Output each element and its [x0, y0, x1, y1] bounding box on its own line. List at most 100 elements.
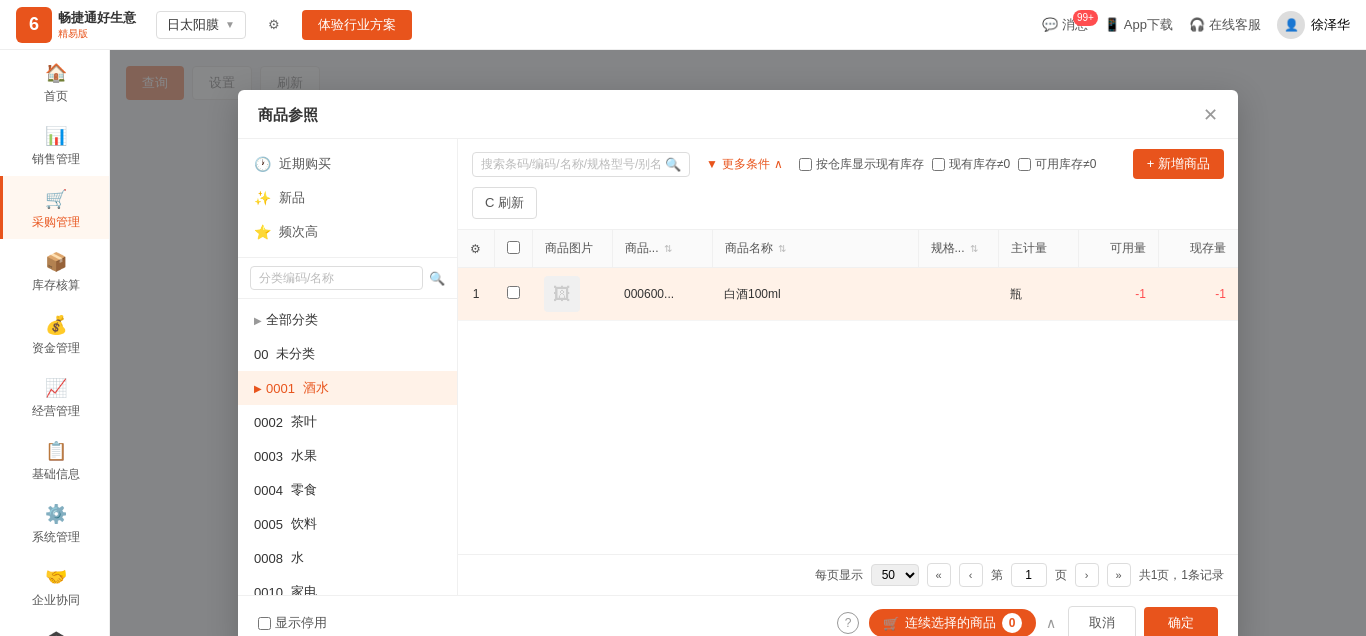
main-layout: 🏠 首页 📊 销售管理 🛒 采购管理 📦 库存核算 💰 资金管理 📈 经营管理 … [0, 50, 1366, 636]
category-item-unclassified[interactable]: 00 未分类 [238, 337, 457, 371]
category-item-all[interactable]: ▶ 全部分类 [238, 303, 457, 337]
quick-item-new[interactable]: ✨ 新品 [238, 181, 457, 215]
left-panel: 🕐 近期购买 ✨ 新品 ⭐ 频次高 [238, 139, 458, 595]
next-page-button[interactable]: › [1075, 563, 1099, 587]
refresh-button[interactable]: C 刷新 [472, 187, 537, 219]
product-search-input[interactable] [481, 157, 661, 171]
category-search-icon[interactable]: 🔍 [429, 271, 445, 286]
sidebar: 🏠 首页 📊 销售管理 🛒 采购管理 📦 库存核算 💰 资金管理 📈 经营管理 … [0, 50, 110, 636]
th-code: 商品... ⇅ [612, 230, 712, 268]
cart-area[interactable]: 🛒 连续选择的商品 0 [869, 609, 1036, 636]
cart-icon: 🛒 [883, 616, 899, 631]
header-right: 💬 消息 99+ 📱 App下载 🎧 在线客服 👤 徐泽华 [1042, 11, 1350, 39]
sort-icon-code: ⇅ [664, 243, 672, 254]
filter-icon: ▼ [706, 157, 718, 171]
footer-right: 取消 确定 [1068, 606, 1218, 636]
modal-close-button[interactable]: ✕ [1203, 104, 1218, 126]
first-page-button[interactable]: « [927, 563, 951, 587]
quick-item-recent[interactable]: 🕐 近期购买 [238, 147, 457, 181]
inventory-icon: 📦 [45, 251, 67, 273]
category-item-fruit[interactable]: 0003 水果 [238, 439, 457, 473]
app-download-item[interactable]: 📱 App下载 [1104, 16, 1173, 34]
table-header-row: ⚙ 商品图片 商品... ⇅ [458, 230, 1238, 268]
cancel-button[interactable]: 取消 [1068, 606, 1136, 636]
page-number-input[interactable] [1011, 563, 1047, 587]
add-product-button[interactable]: + 新增商品 [1133, 149, 1224, 179]
page-size-label: 每页显示 [815, 567, 863, 584]
message-icon: 💬 [1042, 17, 1058, 32]
select-all-checkbox[interactable] [507, 241, 520, 254]
available-stock-checkbox[interactable]: 可用库存≠0 [1018, 156, 1096, 173]
logo-text: 畅捷通好生意 精易版 [58, 9, 136, 41]
category-item-tea[interactable]: 0002 茶叶 [238, 405, 457, 439]
home-icon: 🏠 [45, 62, 67, 84]
messages-item[interactable]: 💬 消息 99+ [1042, 16, 1088, 34]
filter-more-button[interactable]: ▼ 更多条件 ∧ [698, 152, 791, 177]
sidebar-item-guide[interactable]: 🎓 新手引导 [0, 617, 109, 636]
show-disabled-checkbox[interactable]: 显示停用 [258, 614, 327, 632]
sidebar-item-home[interactable]: 🏠 首页 [0, 50, 109, 113]
sales-icon: 📊 [45, 125, 67, 147]
category-search-row: 🔍 [238, 258, 457, 299]
finance-icon: 💰 [45, 314, 67, 336]
experience-button[interactable]: 体验行业方案 [302, 10, 412, 40]
th-spec: 规格... ⇅ [918, 230, 998, 268]
purchase-icon: 🛒 [45, 188, 67, 210]
logo-icon: 6 [16, 7, 52, 43]
modal-title: 商品参照 [258, 106, 318, 125]
page-label-end: 页 [1055, 567, 1067, 584]
total-info: 共1页，1条记录 [1139, 567, 1224, 584]
sidebar-item-inventory[interactable]: 📦 库存核算 [0, 239, 109, 302]
warehouse-stock-checkbox[interactable]: 按仓库显示现有库存 [799, 156, 924, 173]
modal-footer: 显示停用 ? 🛒 连续选择的商品 0 ∧ 取消 确定 [238, 595, 1238, 636]
settings-icon[interactable]: ⚙ [258, 9, 290, 41]
nav-selector[interactable]: 日太阳膜 ▼ [156, 11, 246, 39]
row-checkbox[interactable] [507, 286, 520, 299]
td-stock: -1 [1158, 268, 1238, 321]
modal-overlay: 商品参照 ✕ 🕐 近期购买 ✨ 新 [110, 50, 1366, 636]
last-page-button[interactable]: » [1107, 563, 1131, 587]
category-item-drink[interactable]: 0005 饮料 [238, 507, 457, 541]
collapse-up-button[interactable]: ∧ [1046, 615, 1056, 631]
product-reference-modal: 商品参照 ✕ 🕐 近期购买 ✨ 新 [238, 90, 1238, 636]
sidebar-item-sales[interactable]: 📊 销售管理 [0, 113, 109, 176]
table-body: 1 🖼 [458, 268, 1238, 321]
td-unit: 瓶 [998, 268, 1078, 321]
online-service-item[interactable]: 🎧 在线客服 [1189, 16, 1261, 34]
page-size-select[interactable]: 50 [871, 564, 919, 586]
th-name: 商品名称 ⇅ [712, 230, 918, 268]
sidebar-item-system[interactable]: ⚙️ 系统管理 [0, 491, 109, 554]
sidebar-item-finance[interactable]: 💰 资金管理 [0, 302, 109, 365]
category-item-snack[interactable]: 0004 零食 [238, 473, 457, 507]
sort-icon-name: ⇅ [778, 243, 786, 254]
help-button[interactable]: ? [837, 612, 859, 634]
current-stock-checkbox[interactable]: 现有库存≠0 [932, 156, 1010, 173]
th-stock: 现存量 [1158, 230, 1238, 268]
sidebar-item-corp[interactable]: 🤝 企业协同 [0, 554, 109, 617]
page-label: 第 [991, 567, 1003, 584]
category-item-appliance[interactable]: 0010 家电 [238, 575, 457, 595]
footer-left: 显示停用 [258, 614, 327, 632]
sidebar-item-operation[interactable]: 📈 经营管理 [0, 365, 109, 428]
confirm-button[interactable]: 确定 [1144, 607, 1218, 636]
prev-page-button[interactable]: ‹ [959, 563, 983, 587]
category-search-input[interactable] [250, 266, 423, 290]
category-item-water[interactable]: 0008 水 [238, 541, 457, 575]
user-avatar-area[interactable]: 👤 徐泽华 [1277, 11, 1350, 39]
product-search-icon[interactable]: 🔍 [665, 157, 681, 172]
right-panel: 🔍 ▼ 更多条件 ∧ 按仓库显示现有库存 [458, 139, 1238, 595]
td-image: 🖼 [532, 268, 612, 321]
product-image: 🖼 [544, 276, 580, 312]
footer-center: ? 🛒 连续选择的商品 0 ∧ [837, 609, 1056, 636]
td-checkbox [494, 268, 532, 321]
sidebar-item-basic[interactable]: 📋 基础信息 [0, 428, 109, 491]
td-name: 白酒100ml [712, 268, 918, 321]
cart-count-badge: 0 [1002, 613, 1022, 633]
category-item-alcohol[interactable]: ▶ 0001 酒水 [238, 371, 457, 405]
sidebar-item-purchase[interactable]: 🛒 采购管理 [0, 176, 109, 239]
quick-item-frequent[interactable]: ⭐ 频次高 [238, 215, 457, 249]
table-row[interactable]: 1 🖼 [458, 268, 1238, 321]
star-icon: ⭐ [254, 224, 271, 240]
td-available: -1 [1078, 268, 1158, 321]
system-icon: ⚙️ [45, 503, 67, 525]
